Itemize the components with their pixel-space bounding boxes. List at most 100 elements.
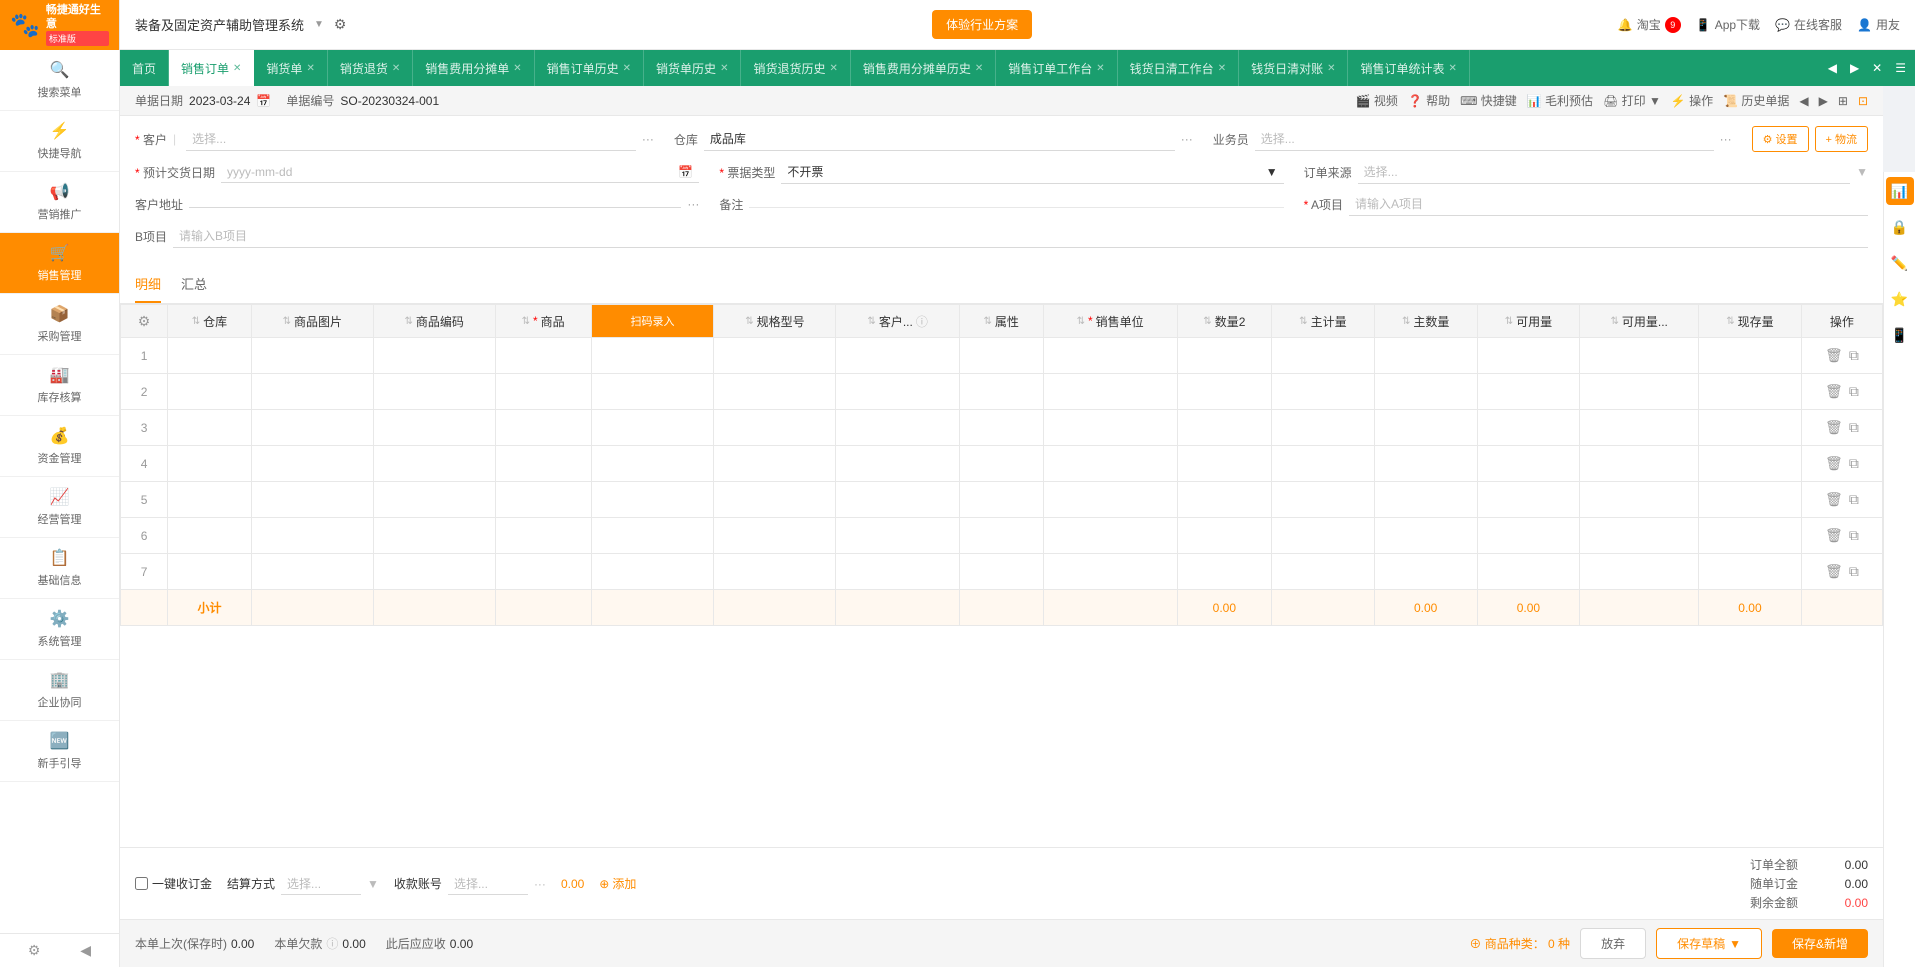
table-cell[interactable] (591, 554, 714, 590)
table-cell[interactable] (1699, 338, 1802, 374)
table-cell[interactable] (1177, 410, 1271, 446)
table-cell[interactable] (495, 482, 591, 518)
side-panel-mobile-icon[interactable]: 📱 (1886, 321, 1914, 349)
table-cell[interactable] (1177, 518, 1271, 554)
row-copy-icon[interactable]: ⧉ (1849, 563, 1859, 580)
sidebar-settings-icon[interactable]: ⚙ (28, 942, 41, 959)
table-cell[interactable] (251, 446, 373, 482)
unit-sort-icon[interactable]: ⇅ (1077, 316, 1085, 327)
address-more-icon[interactable]: ··· (687, 197, 699, 211)
table-cell[interactable] (373, 374, 495, 410)
row-delete-icon[interactable]: 🗑 (1825, 527, 1843, 544)
table-cell[interactable] (1580, 554, 1699, 590)
table-cell[interactable] (1580, 338, 1699, 374)
table-cell[interactable] (251, 410, 373, 446)
row-delete-icon[interactable]: 🗑 (1825, 383, 1843, 400)
save-draft-button[interactable]: 保存草稿 ▼ (1656, 928, 1762, 959)
table-cell[interactable] (168, 410, 252, 446)
table-cell[interactable] (1580, 374, 1699, 410)
table-cell[interactable] (959, 446, 1043, 482)
b-project-input[interactable]: 请输入B项目 (173, 224, 1868, 248)
row-delete-icon[interactable]: 🗑 (1825, 347, 1843, 364)
table-cell[interactable] (251, 482, 373, 518)
table-cell[interactable] (1271, 482, 1374, 518)
image-sort-icon[interactable]: ⇅ (283, 316, 291, 327)
product-types-icon[interactable]: ⊕ (1469, 937, 1481, 951)
nav-tab-expense[interactable]: 销售费用分摊单 ✕ (413, 50, 534, 86)
side-panel-edit-icon[interactable]: ✏️ (1886, 249, 1914, 277)
settings-col-icon[interactable]: ⚙ (138, 313, 151, 329)
table-cell[interactable] (1477, 410, 1580, 446)
staff-more-icon[interactable]: ··· (1720, 132, 1732, 146)
table-cell[interactable] (959, 482, 1043, 518)
table-cell[interactable] (1374, 518, 1477, 554)
user-item[interactable]: 👤 用友 (1857, 16, 1900, 33)
industry-solution-button[interactable]: 体验行业方案 (932, 10, 1032, 39)
table-cell[interactable] (1699, 410, 1802, 446)
save-draft-dropdown[interactable]: ▼ (1729, 937, 1741, 951)
table-cell[interactable] (591, 374, 714, 410)
row-delete-icon[interactable]: 🗑 (1825, 419, 1843, 436)
attribute-sort-icon[interactable]: ⇅ (984, 316, 992, 327)
nav-tab-daily-recon-close[interactable]: ✕ (1327, 63, 1335, 74)
table-cell[interactable] (1477, 446, 1580, 482)
col-info-icon[interactable]: ⓘ (916, 313, 928, 330)
table-cell[interactable] (1374, 374, 1477, 410)
table-cell[interactable] (714, 518, 836, 554)
remark-input[interactable] (749, 201, 1283, 208)
table-cell[interactable] (1374, 338, 1477, 374)
profit-action[interactable]: 📊 毛利预估 (1527, 92, 1593, 109)
table-cell[interactable] (1580, 518, 1699, 554)
order-source-input[interactable]: 选择... (1358, 160, 1850, 184)
header-expand-icon[interactable]: ⊡ (1858, 94, 1868, 108)
sidebar-item-quicknav[interactable]: ⚡ 快捷导航 (0, 111, 119, 172)
table-cell[interactable] (714, 554, 836, 590)
detail-tab-detail[interactable]: 明细 (135, 266, 161, 303)
table-cell[interactable] (714, 482, 836, 518)
table-cell[interactable] (1477, 374, 1580, 410)
table-cell[interactable] (1271, 374, 1374, 410)
stock-sort-icon[interactable]: ⇅ (1726, 316, 1734, 327)
table-cell[interactable] (1477, 518, 1580, 554)
settings-button[interactable]: ⚙ 设置 (1752, 126, 1809, 152)
table-cell[interactable] (1374, 482, 1477, 518)
nav-tab-order-history[interactable]: 销售订单历史 ✕ (535, 50, 644, 86)
table-cell[interactable] (373, 338, 495, 374)
table-cell[interactable] (1580, 410, 1699, 446)
table-cell[interactable] (1177, 374, 1271, 410)
row-delete-icon[interactable]: 🗑 (1825, 455, 1843, 472)
customer-input[interactable]: 选择... (186, 127, 636, 151)
nav-tab-bill-history[interactable]: 销货单历史 ✕ (644, 50, 741, 86)
table-cell[interactable] (591, 410, 714, 446)
table-cell[interactable] (959, 518, 1043, 554)
table-cell[interactable] (1271, 410, 1374, 446)
row-copy-icon[interactable]: ⧉ (1849, 419, 1859, 436)
nav-tab-bill-history-close[interactable]: ✕ (720, 63, 728, 74)
nav-tab-sales-order-close[interactable]: ✕ (233, 63, 241, 74)
table-cell[interactable] (1043, 410, 1177, 446)
row-copy-icon[interactable]: ⧉ (1849, 491, 1859, 508)
table-cell[interactable] (1580, 482, 1699, 518)
nav-tab-order-history-close[interactable]: ✕ (623, 63, 631, 74)
add-material-button[interactable]: + 物流 (1815, 126, 1868, 152)
table-cell[interactable] (1043, 374, 1177, 410)
table-cell[interactable] (959, 338, 1043, 374)
sidebar-item-operations[interactable]: 📈 经营管理 (0, 477, 119, 538)
table-cell[interactable] (1177, 446, 1271, 482)
nav-tab-daily-wb-close[interactable]: ✕ (1218, 63, 1226, 74)
table-cell[interactable] (836, 446, 960, 482)
table-cell[interactable] (373, 410, 495, 446)
sidebar-item-sales[interactable]: 🛒 销售管理 (0, 233, 119, 294)
row-copy-icon[interactable]: ⧉ (1849, 527, 1859, 544)
table-cell[interactable] (1271, 446, 1374, 482)
customer-code-sort-icon[interactable]: ⇅ (867, 316, 875, 327)
bank-account-select[interactable]: 选择... (448, 873, 528, 895)
address-input[interactable] (189, 201, 681, 208)
nav-tab-return[interactable]: 销货退货 ✕ (328, 50, 413, 86)
table-cell[interactable] (251, 374, 373, 410)
delivery-date-cal-icon[interactable]: 📅 (678, 165, 693, 179)
nav-tab-daily-recon[interactable]: 钱货日清对账 ✕ (1239, 50, 1348, 86)
header-nav-right[interactable]: ▶ (1819, 94, 1828, 108)
warehouse-value[interactable]: 成品库 (704, 127, 1175, 151)
row-copy-icon[interactable]: ⧉ (1849, 383, 1859, 400)
